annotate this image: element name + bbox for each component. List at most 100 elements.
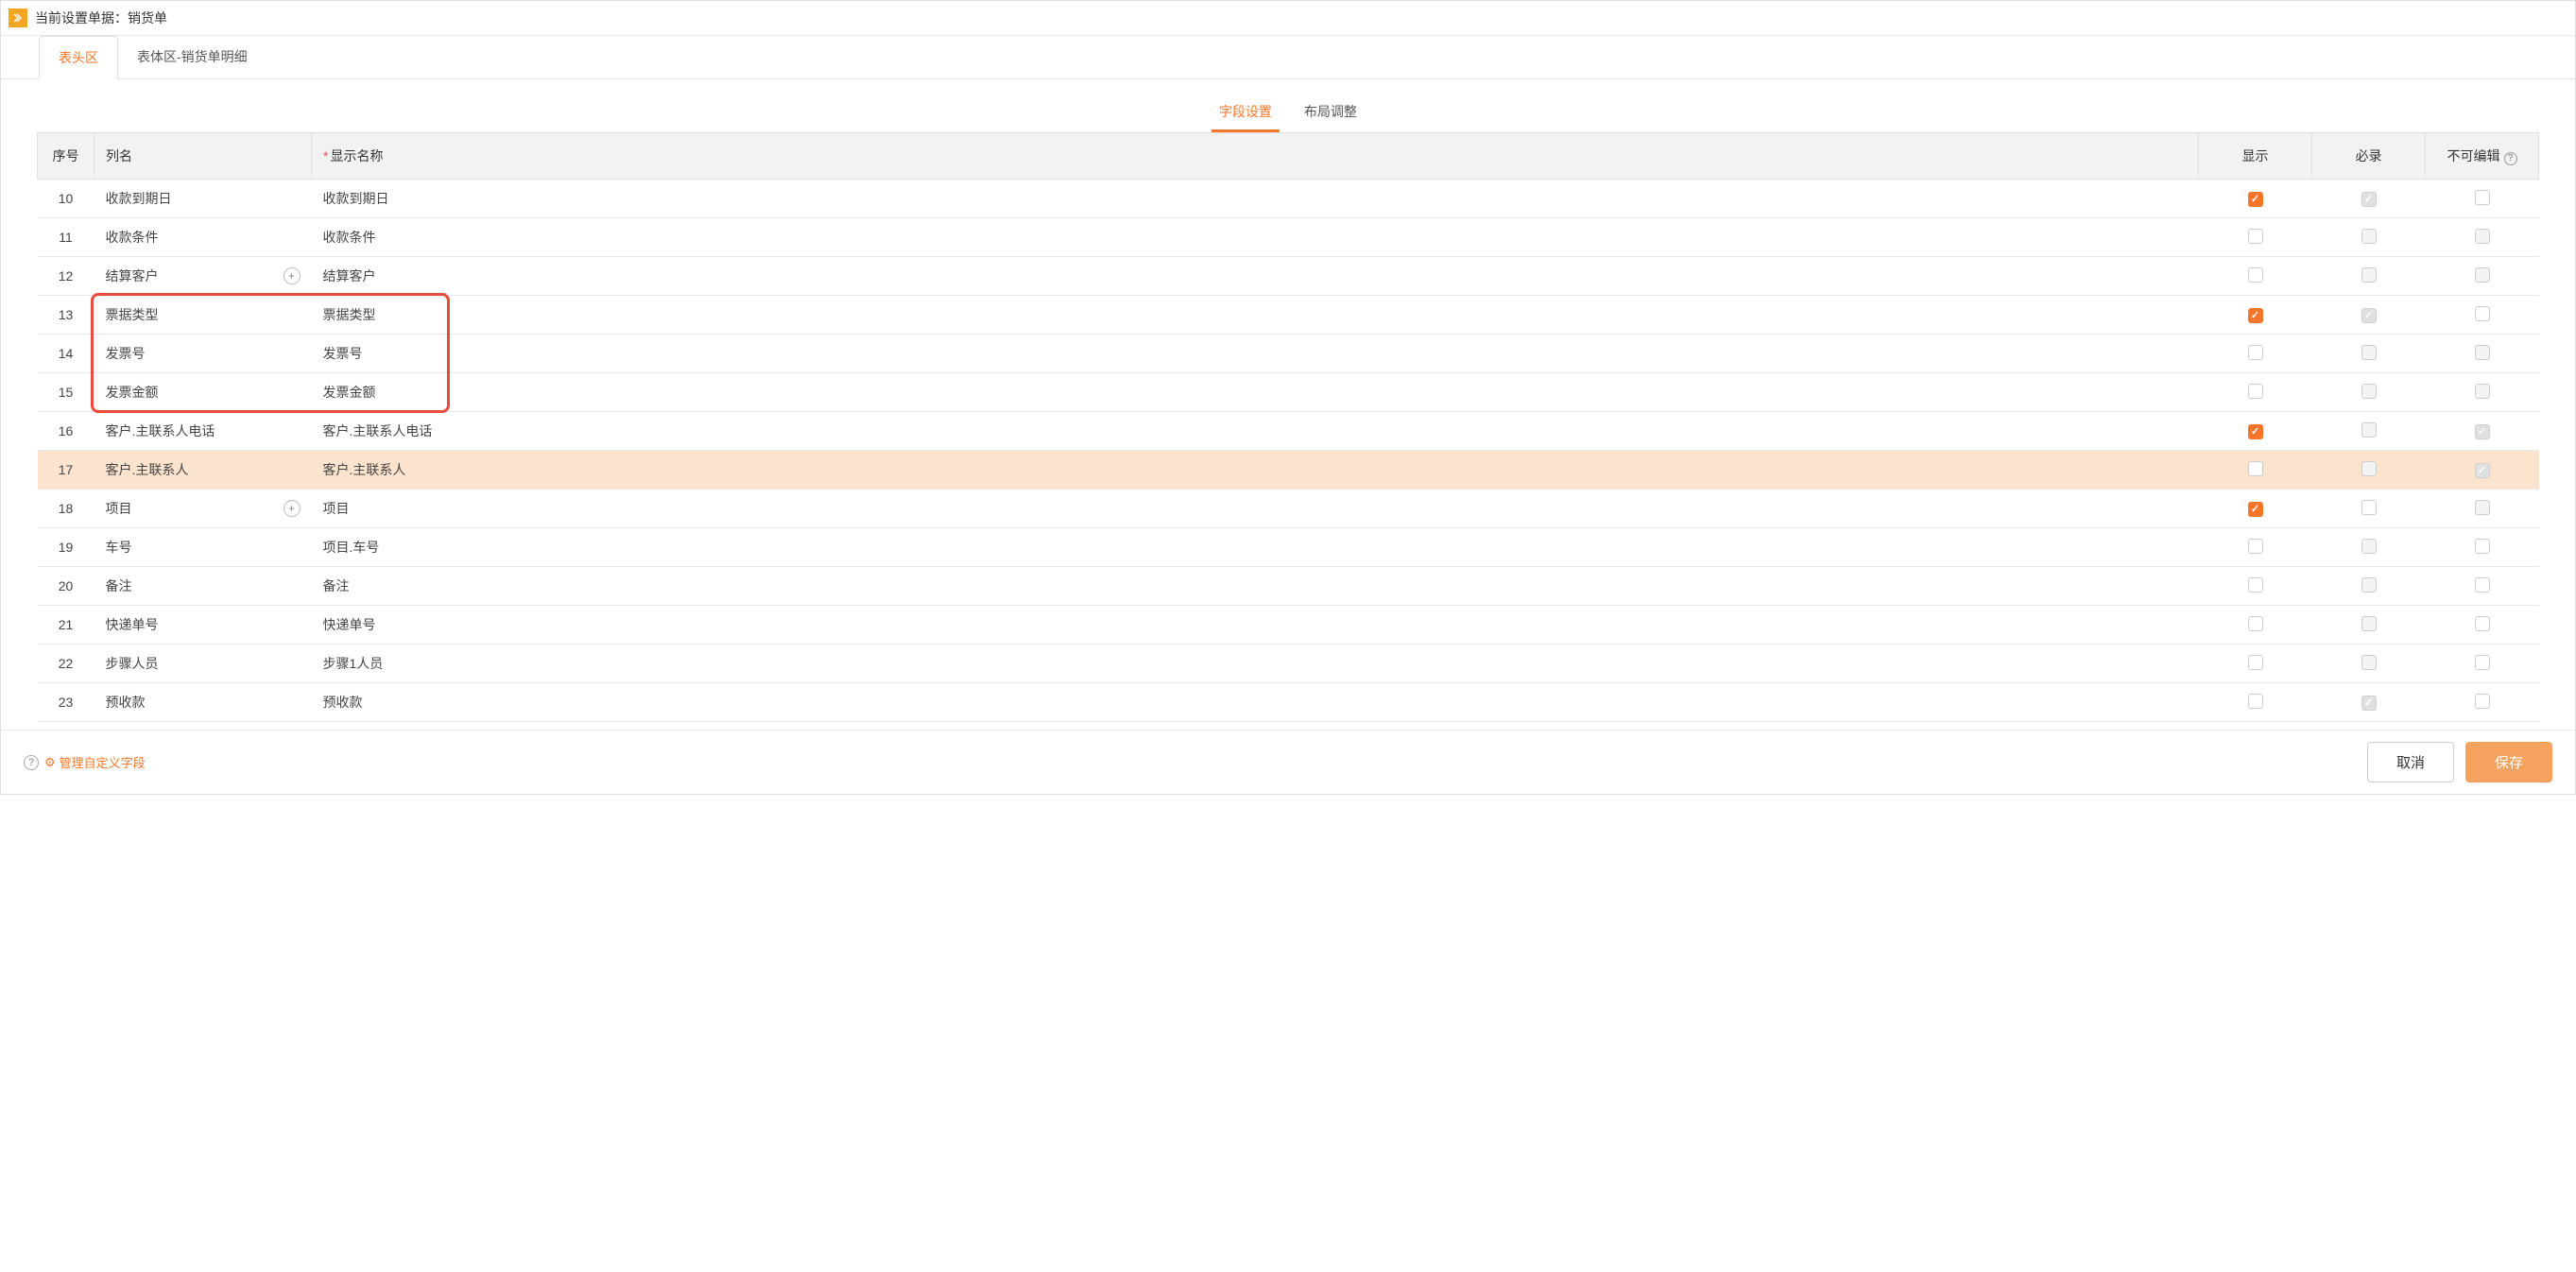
- checkbox[interactable]: [2248, 694, 2263, 709]
- cell-show: [2199, 335, 2312, 373]
- row-column-name: 发票金额: [94, 373, 312, 412]
- row-index: 12: [38, 257, 94, 296]
- row-column-name: 收款到期日: [94, 180, 312, 218]
- checkbox[interactable]: [2248, 502, 2263, 517]
- cell-readonly: [2426, 373, 2539, 412]
- checkbox: [2361, 384, 2377, 399]
- checkbox[interactable]: [2475, 616, 2490, 631]
- sub-tab-字段设置[interactable]: 字段设置: [1217, 96, 1274, 132]
- checkbox: [2361, 539, 2377, 554]
- checkbox[interactable]: [2248, 424, 2263, 439]
- manage-custom-fields-link[interactable]: ⚙ 管理自定义字段: [44, 753, 146, 771]
- row-display-name[interactable]: 结算客户: [312, 257, 2199, 296]
- checkbox: [2361, 655, 2377, 670]
- tab-表体区-销货单明细[interactable]: 表体区-销货单明细: [118, 36, 266, 78]
- cancel-button[interactable]: 取消: [2367, 742, 2454, 782]
- row-display-name[interactable]: 项目.车号: [312, 528, 2199, 567]
- table-row: 16客户.主联系人电话客户.主联系人电话: [38, 412, 2539, 451]
- row-index: 16: [38, 412, 94, 451]
- save-button[interactable]: 保存: [2465, 742, 2552, 782]
- checkbox[interactable]: [2248, 345, 2263, 360]
- row-column-name: 项目+: [94, 490, 312, 528]
- footer-left: ? ⚙ 管理自定义字段: [24, 753, 146, 771]
- row-display-name[interactable]: 票据类型: [312, 296, 2199, 335]
- cell-show: [2199, 528, 2312, 567]
- row-column-name: 发票号: [94, 335, 312, 373]
- checkbox[interactable]: [2248, 384, 2263, 399]
- row-index: 21: [38, 606, 94, 645]
- checkbox[interactable]: [2475, 577, 2490, 593]
- checkbox[interactable]: [2248, 461, 2263, 476]
- checkbox[interactable]: [2361, 500, 2377, 515]
- cell-show: [2199, 451, 2312, 490]
- plus-icon[interactable]: +: [283, 267, 301, 284]
- row-index: 13: [38, 296, 94, 335]
- row-column-name: 客户.主联系人电话: [94, 412, 312, 451]
- checkbox[interactable]: [2248, 616, 2263, 631]
- cell-show: [2199, 373, 2312, 412]
- table-row: 14发票号发票号: [38, 335, 2539, 373]
- row-display-name[interactable]: 收款到期日: [312, 180, 2199, 218]
- checkbox: [2475, 384, 2490, 399]
- cell-required: [2312, 490, 2426, 528]
- checkbox[interactable]: [2248, 229, 2263, 244]
- table-row: 19车号项目.车号: [38, 528, 2539, 567]
- row-display-name[interactable]: 预收款: [312, 683, 2199, 722]
- row-display-name[interactable]: 收款条件: [312, 218, 2199, 257]
- row-display-name[interactable]: 步骤1人员: [312, 645, 2199, 683]
- checkbox[interactable]: [2475, 306, 2490, 321]
- header-doc-name: 销货单: [128, 10, 167, 26]
- table-row: 10收款到期日收款到期日: [38, 180, 2539, 218]
- col-header-show: 显示: [2199, 133, 2312, 180]
- tab-表头区[interactable]: 表头区: [39, 36, 118, 79]
- cell-required: [2312, 683, 2426, 722]
- row-display-name[interactable]: 快递单号: [312, 606, 2199, 645]
- cell-show: [2199, 683, 2312, 722]
- checkbox[interactable]: [2248, 192, 2263, 207]
- cell-required: [2312, 606, 2426, 645]
- cell-required: [2312, 373, 2426, 412]
- cell-required: [2312, 296, 2426, 335]
- checkbox: [2475, 500, 2490, 515]
- expand-panel-button[interactable]: [9, 9, 27, 27]
- table-body: 10收款到期日收款到期日11收款条件收款条件12结算客户+结算客户13票据类型票…: [38, 180, 2539, 722]
- plus-icon[interactable]: +: [283, 500, 301, 517]
- cell-readonly: [2426, 645, 2539, 683]
- row-display-name[interactable]: 客户.主联系人: [312, 451, 2199, 490]
- main-tabs: 表头区表体区-销货单明细: [1, 36, 2575, 79]
- sub-tab-布局调整[interactable]: 布局调整: [1302, 96, 1359, 132]
- checkbox[interactable]: [2248, 267, 2263, 283]
- checkbox: [2361, 267, 2377, 283]
- table-row: 11收款条件收款条件: [38, 218, 2539, 257]
- checkbox[interactable]: [2475, 190, 2490, 205]
- help-icon[interactable]: ?: [24, 755, 39, 770]
- row-display-name[interactable]: 发票号: [312, 335, 2199, 373]
- checkbox: [2361, 577, 2377, 593]
- checkbox[interactable]: [2475, 539, 2490, 554]
- checkbox: [2361, 192, 2377, 207]
- row-display-name[interactable]: 项目: [312, 490, 2199, 528]
- checkbox: [2361, 422, 2377, 438]
- cell-show: [2199, 645, 2312, 683]
- row-display-name[interactable]: 备注: [312, 567, 2199, 606]
- gear-icon: ⚙: [44, 755, 56, 770]
- checkbox[interactable]: [2475, 694, 2490, 709]
- row-display-name[interactable]: 客户.主联系人电话: [312, 412, 2199, 451]
- app-container: 当前设置单据：销货单 表头区表体区-销货单明细 字段设置布局调整 序号 列名 *…: [0, 0, 2576, 795]
- checkbox[interactable]: [2248, 539, 2263, 554]
- checkbox[interactable]: [2248, 308, 2263, 323]
- help-icon[interactable]: ?: [2504, 152, 2517, 165]
- cell-required: [2312, 567, 2426, 606]
- row-display-name[interactable]: 发票金额: [312, 373, 2199, 412]
- checkbox: [2475, 229, 2490, 244]
- cell-show: [2199, 296, 2312, 335]
- cell-readonly: [2426, 335, 2539, 373]
- checkbox[interactable]: [2248, 577, 2263, 593]
- cell-required: [2312, 218, 2426, 257]
- header-strip: 当前设置单据：销货单: [1, 1, 2575, 36]
- row-index: 22: [38, 645, 94, 683]
- checkbox[interactable]: [2248, 655, 2263, 670]
- checkbox[interactable]: [2475, 655, 2490, 670]
- checkbox: [2361, 461, 2377, 476]
- custom-fields-link-text: 管理自定义字段: [60, 753, 146, 771]
